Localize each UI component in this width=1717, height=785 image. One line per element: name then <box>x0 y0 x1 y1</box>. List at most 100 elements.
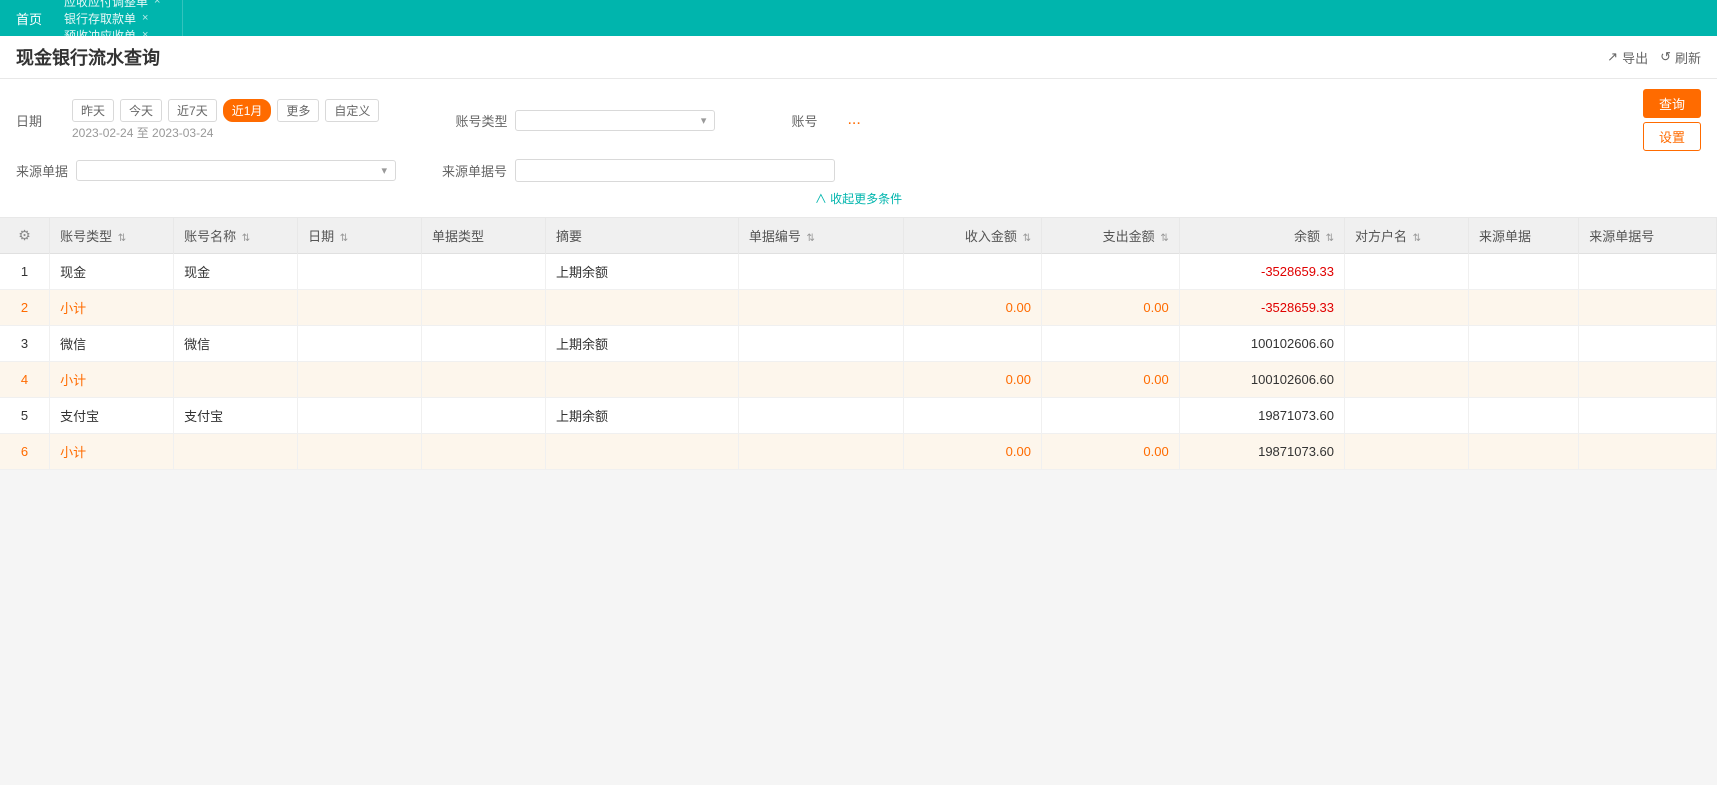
close-tab-icon[interactable]: × <box>154 0 160 7</box>
date-btn-今天[interactable]: 今天 <box>120 99 162 122</box>
nav-tab-label: 预收冲应收单 <box>64 27 136 37</box>
close-tab-icon[interactable]: × <box>142 12 148 24</box>
row-expense: 0.00 <box>1041 362 1179 398</box>
action-buttons: 查询 设置 <box>1643 89 1701 151</box>
page-header: 现金银行流水查询 ↗ 导出 ↺ 刷新 <box>0 36 1717 79</box>
sort-icon-account-name[interactable]: ⇅ <box>242 233 250 244</box>
row-party <box>1345 398 1469 434</box>
row-source <box>1469 434 1579 470</box>
row-source-no <box>1579 398 1717 434</box>
sort-icon-income[interactable]: ⇅ <box>1023 233 1031 244</box>
row-account-name <box>174 434 298 470</box>
row-balance: -3528659.33 <box>1179 254 1344 290</box>
source-doc-no-label: 来源单据号 <box>442 161 507 180</box>
row-date <box>298 398 422 434</box>
account-more-button[interactable]: ... <box>847 111 860 129</box>
nav-tab-预收冲应收单[interactable]: 预收冲应收单 × <box>54 27 183 37</box>
col-income-label: 收入金额 <box>965 229 1017 244</box>
date-btn-更多[interactable]: 更多 <box>277 99 319 122</box>
export-button[interactable]: ↗ 导出 <box>1607 48 1648 67</box>
row-party <box>1345 290 1469 326</box>
table-settings-col[interactable]: ⚙ <box>0 218 50 254</box>
col-expense: 支出金额 ⇅ <box>1041 218 1179 254</box>
row-account-name: 微信 <box>174 326 298 362</box>
row-summary: 上期余额 <box>546 398 739 434</box>
table-header-row: ⚙ 账号类型 ⇅ 账号名称 ⇅ 日期 ⇅ 单据类型 摘要 <box>0 218 1717 254</box>
collapse-bar[interactable]: ∧ 收起更多条件 <box>16 190 1701 207</box>
close-tab-icon[interactable]: × <box>142 29 148 36</box>
row-balance: 19871073.60 <box>1179 398 1344 434</box>
row-balance: 19871073.60 <box>1179 434 1344 470</box>
row-account-type: 微信 <box>50 326 174 362</box>
row-source-no <box>1579 290 1717 326</box>
row-doc-no <box>738 398 903 434</box>
row-income <box>904 326 1042 362</box>
table-wrapper: ⚙ 账号类型 ⇅ 账号名称 ⇅ 日期 ⇅ 单据类型 摘要 <box>0 218 1717 470</box>
row-source-no <box>1579 362 1717 398</box>
sort-icon-expense[interactable]: ⇅ <box>1160 233 1168 244</box>
date-buttons: 昨天今天近7天近1月更多自定义 <box>72 99 379 122</box>
row-balance: -3528659.33 <box>1179 290 1344 326</box>
sort-icon-account-type[interactable]: ⇅ <box>118 233 126 244</box>
row-account-type: 小计 <box>50 290 174 326</box>
sort-icon-date[interactable]: ⇅ <box>340 233 348 244</box>
nav-tab-label: 银行存取款单 <box>64 10 136 27</box>
source-doc-no-input[interactable] <box>515 159 835 182</box>
col-account-name-label: 账号名称 <box>184 229 236 244</box>
row-income: 0.00 <box>904 434 1042 470</box>
row-expense: 0.00 <box>1041 290 1179 326</box>
row-doc-type <box>422 398 546 434</box>
row-income <box>904 398 1042 434</box>
sort-icon-doc-no[interactable]: ⇅ <box>807 233 815 244</box>
row-doc-no <box>738 362 903 398</box>
row-party <box>1345 254 1469 290</box>
row-date <box>298 326 422 362</box>
source-doc-select[interactable]: ▾ <box>76 160 396 181</box>
row-summary: 上期余额 <box>546 254 739 290</box>
nav-tab-银行存取款单[interactable]: 银行存取款单 × <box>54 10 183 27</box>
account-type-select[interactable]: ▾ <box>515 110 715 131</box>
row-account-type: 现金 <box>50 254 174 290</box>
nav-tab-应收应付调整单[interactable]: 应收应付调整单× <box>54 0 183 10</box>
date-btn-自定义[interactable]: 自定义 <box>325 99 379 122</box>
date-filter-label: 日期 <box>16 111 56 130</box>
row-source-no <box>1579 434 1717 470</box>
row-summary <box>546 434 739 470</box>
sort-icon-balance[interactable]: ⇅ <box>1326 233 1334 244</box>
sort-icon-party[interactable]: ⇅ <box>1413 233 1421 244</box>
refresh-button[interactable]: ↺ 刷新 <box>1660 48 1701 67</box>
row-expense <box>1041 326 1179 362</box>
row-source <box>1469 254 1579 290</box>
row-date <box>298 290 422 326</box>
row-account-name: 支付宝 <box>174 398 298 434</box>
row-doc-no <box>738 290 903 326</box>
col-expense-label: 支出金额 <box>1103 229 1155 244</box>
col-summary-label: 摘要 <box>556 229 582 244</box>
page-title: 现金银行流水查询 <box>16 44 160 70</box>
row-income <box>904 254 1042 290</box>
date-range-display: 2023-02-24 至 2023-03-24 <box>72 124 379 141</box>
row-num: 1 <box>0 254 50 290</box>
row-doc-no <box>738 434 903 470</box>
col-account-type-label: 账号类型 <box>60 229 112 244</box>
row-summary <box>546 290 739 326</box>
filter-row-2: 来源单据 ▾ 来源单据号 <box>16 159 1701 182</box>
settings-button[interactable]: 设置 <box>1643 122 1701 151</box>
query-button[interactable]: 查询 <box>1643 89 1701 118</box>
chevron-down-icon: ▾ <box>701 114 707 127</box>
source-doc-no-section: 来源单据号 <box>442 159 835 182</box>
row-income: 0.00 <box>904 362 1042 398</box>
row-doc-type <box>422 434 546 470</box>
row-source <box>1469 290 1579 326</box>
row-date <box>298 434 422 470</box>
table-gear-icon[interactable]: ⚙ <box>18 227 31 243</box>
date-btn-昨天[interactable]: 昨天 <box>72 99 114 122</box>
col-source-label: 来源单据 <box>1479 229 1531 244</box>
date-btn-近1月[interactable]: 近1月 <box>223 99 272 122</box>
row-party <box>1345 434 1469 470</box>
table-body: 1 现金 现金 上期余额 -3528659.33 2 小计 0.00 0.00 … <box>0 254 1717 470</box>
nav-home[interactable]: 首页 <box>4 0 54 36</box>
col-doc-no: 单据编号 ⇅ <box>738 218 903 254</box>
date-btn-近7天[interactable]: 近7天 <box>168 99 217 122</box>
col-source-no: 来源单据号 <box>1579 218 1717 254</box>
